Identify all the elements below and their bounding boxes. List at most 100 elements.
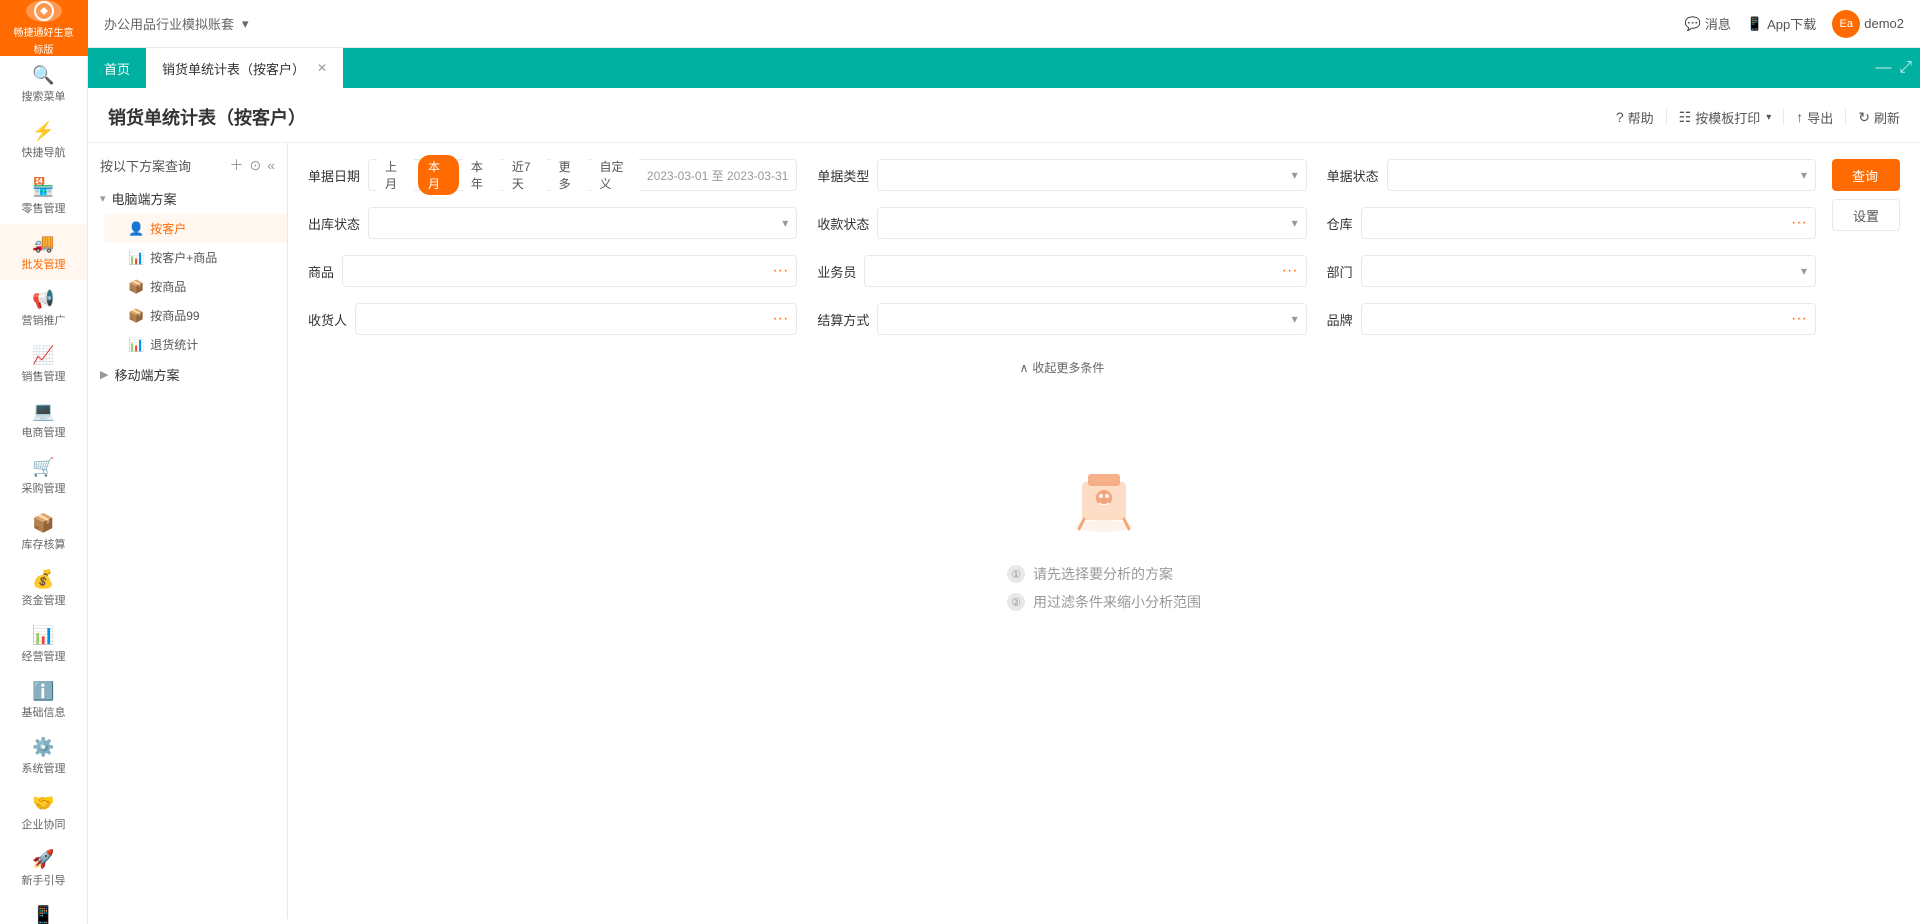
date-buttons: 上月 本月 本年 近7天 更多 自定义 — [377, 154, 639, 196]
date-btn-custom[interactable]: 自定义 — [592, 154, 639, 196]
collapse-panel-icon[interactable]: « — [267, 157, 275, 173]
empty-num-2: ② — [1007, 593, 1025, 611]
settlement-select[interactable]: ▾ — [877, 303, 1306, 335]
app-download-button[interactable]: 📱 App下载 — [1747, 14, 1816, 33]
tab-sales-stats-label: 销货单统计表（按客户） — [162, 59, 305, 78]
ecommerce-label: 电商管理 — [22, 424, 66, 440]
settings-scheme-icon[interactable]: ⊙ — [249, 157, 261, 174]
collapse-bar[interactable]: ∧ 收起更多条件 — [308, 351, 1816, 384]
logo[interactable]: 畅捷通好生意 标版 — [0, 0, 88, 56]
sidebar-item-search-menu[interactable]: 🔍 搜索菜单 — [0, 56, 87, 112]
logo-subtitle: 标版 — [34, 41, 54, 56]
tree-child-by-goods[interactable]: 📦 按商品 — [104, 272, 287, 301]
settings-button[interactable]: 设置 — [1832, 199, 1900, 231]
filter-row-2: 出库状态 ▾ 收款状态 ▾ — [308, 207, 1816, 239]
filter-outbound: 出库状态 ▾ — [308, 207, 797, 239]
left-panel-title: 按以下方案查询 — [100, 156, 191, 175]
sidebar-item-purchase[interactable]: 🛒 采购管理 — [0, 448, 87, 504]
sidebar-item-inventory[interactable]: 📦 库存核算 — [0, 504, 87, 560]
sidebar-item-basic-info[interactable]: ℹ️ 基础信息 — [0, 672, 87, 728]
date-filter-box[interactable]: 上月 本月 本年 近7天 更多 自定义 2023-03-01 至 2023-03… — [368, 159, 797, 191]
refresh-label: 刷新 — [1874, 108, 1900, 127]
top-header: 办公用品行业模拟账套 ▾ 💬 消息 📱 App下载 Ea demo2 — [88, 0, 1920, 48]
page-content: 销货单统计表（按客户） ? 帮助 ☷ 按模板打印 ▾ ↑ 导 — [88, 88, 1920, 924]
breadcrumb-dropdown-arrow[interactable]: ▾ — [242, 16, 249, 32]
tree-child-by-goods-99[interactable]: 📦 按商品99 — [104, 301, 287, 330]
goods-label: 商品 — [308, 262, 334, 281]
tree-child-by-customer[interactable]: 👤 按客户 — [104, 214, 287, 243]
department-dropdown-icon: ▾ — [1801, 264, 1807, 278]
refresh-button[interactable]: ↻ 刷新 — [1858, 108, 1900, 127]
sidebar-item-enterprise[interactable]: 🤝 企业协同 — [0, 784, 87, 840]
department-select[interactable]: ▾ — [1361, 255, 1816, 287]
date-btn-more[interactable]: 更多 — [551, 154, 588, 196]
filter-department: 部门 ▾ — [1327, 255, 1816, 287]
tree-item-desktop[interactable]: ▾ 电脑端方案 — [88, 183, 287, 214]
goods-select[interactable]: ··· — [342, 255, 797, 287]
salesman-dots-icon: ··· — [1282, 262, 1298, 280]
tree-item-mobile[interactable]: ▶ 移动端方案 — [88, 359, 287, 390]
tab-minimize-icon[interactable]: — — [1875, 59, 1891, 77]
page-inner: 销货单统计表（按客户） ? 帮助 ☷ 按模板打印 ▾ ↑ 导 — [88, 88, 1920, 924]
tab-sales-stats[interactable]: 销货单统计表（按客户） ✕ — [146, 48, 343, 88]
tree-child-by-customer-goods[interactable]: 📊 按客户+商品 — [104, 243, 287, 272]
filter-type: 单据类型 ▾ — [817, 159, 1306, 191]
left-panel: 按以下方案查询 ＋ ⊙ « ▾ 电脑端方案 👤 — [88, 143, 288, 919]
by-goods-label: 按商品 — [150, 278, 186, 295]
message-button[interactable]: 💬 消息 — [1685, 14, 1731, 33]
by-goods-99-label: 按商品99 — [150, 307, 199, 324]
brand-select[interactable]: ··· — [1361, 303, 1816, 335]
by-customer-label: 按客户 — [150, 220, 186, 237]
sidebar-item-operations[interactable]: 📊 经营管理 — [0, 616, 87, 672]
refresh-icon: ↻ — [1858, 109, 1870, 126]
tree-child-return-stats[interactable]: 📊 退货统计 — [104, 330, 287, 359]
marketing-label: 营销推广 — [22, 312, 66, 328]
help-button[interactable]: ? 帮助 — [1616, 108, 1654, 127]
message-icon: 💬 — [1685, 16, 1701, 32]
user-area[interactable]: Ea demo2 — [1832, 10, 1904, 38]
settlement-label: 结算方式 — [817, 310, 869, 329]
header-breadcrumb-area: 办公用品行业模拟账套 ▾ — [104, 14, 249, 33]
date-btn-this-month[interactable]: 本月 — [418, 155, 459, 195]
filter-salesman: 业务员 ··· — [817, 255, 1306, 287]
sidebar-item-ecommerce[interactable]: 💻 电商管理 — [0, 392, 87, 448]
sidebar-item-wholesale[interactable]: 🚚 批发管理 — [0, 224, 87, 280]
sidebar-item-marketing[interactable]: 📢 营销推广 — [0, 280, 87, 336]
tab-close-icon[interactable]: ✕ — [317, 61, 327, 75]
sidebar-item-newbie[interactable]: 🚀 新手引导 — [0, 840, 87, 896]
export-button[interactable]: ↑ 导出 — [1796, 108, 1833, 127]
collection-label: 收款状态 — [817, 214, 869, 233]
breadcrumb-text: 办公用品行业模拟账套 — [104, 14, 234, 33]
sidebar-item-finance[interactable]: 💰 资金管理 — [0, 560, 87, 616]
type-select[interactable]: ▾ — [877, 159, 1306, 191]
warehouse-select[interactable]: ··· — [1361, 207, 1816, 239]
app-download-label: App下载 — [1767, 14, 1816, 33]
tab-expand-icon[interactable]: ⤢ — [1899, 59, 1912, 77]
collection-select[interactable]: ▾ — [877, 207, 1306, 239]
brand-dots-icon: ··· — [1791, 310, 1807, 328]
receiver-dots-icon: ··· — [772, 310, 788, 328]
sidebar-item-app-center[interactable]: 📱 应用中心 — [0, 896, 87, 924]
query-button[interactable]: 查询 — [1832, 159, 1900, 191]
status-select[interactable]: ▾ — [1387, 159, 1816, 191]
sales-label: 销售管理 — [22, 368, 66, 384]
add-scheme-icon[interactable]: ＋ — [229, 155, 243, 175]
tab-bar: 首页 销货单统计表（按客户） ✕ — ⤢ — [88, 48, 1920, 88]
date-btn-7days[interactable]: 近7天 — [504, 154, 547, 196]
date-btn-this-year[interactable]: 本年 — [463, 154, 500, 196]
header-right-area: 💬 消息 📱 App下载 Ea demo2 — [1685, 10, 1904, 38]
receiver-select[interactable]: ··· — [355, 303, 797, 335]
tree-arrow-mobile: ▶ — [100, 368, 108, 381]
template-print-icon: ☷ — [1679, 109, 1692, 126]
template-print-button[interactable]: ☷ 按模板打印 ▾ — [1679, 108, 1772, 127]
tab-home[interactable]: 首页 — [88, 48, 146, 88]
empty-num-1: ① — [1007, 565, 1025, 583]
salesman-select[interactable]: ··· — [864, 255, 1306, 287]
sidebar-item-retail[interactable]: 🏪 零售管理 — [0, 168, 87, 224]
date-btn-last-month[interactable]: 上月 — [377, 154, 414, 196]
sidebar-item-quick-nav[interactable]: ⚡ 快捷导航 — [0, 112, 87, 168]
outbound-select[interactable]: ▾ — [368, 207, 797, 239]
sidebar-item-system[interactable]: ⚙️ 系统管理 — [0, 728, 87, 784]
query-buttons: 查询 设置 — [1832, 159, 1900, 231]
sidebar-item-sales[interactable]: 📈 销售管理 — [0, 336, 87, 392]
